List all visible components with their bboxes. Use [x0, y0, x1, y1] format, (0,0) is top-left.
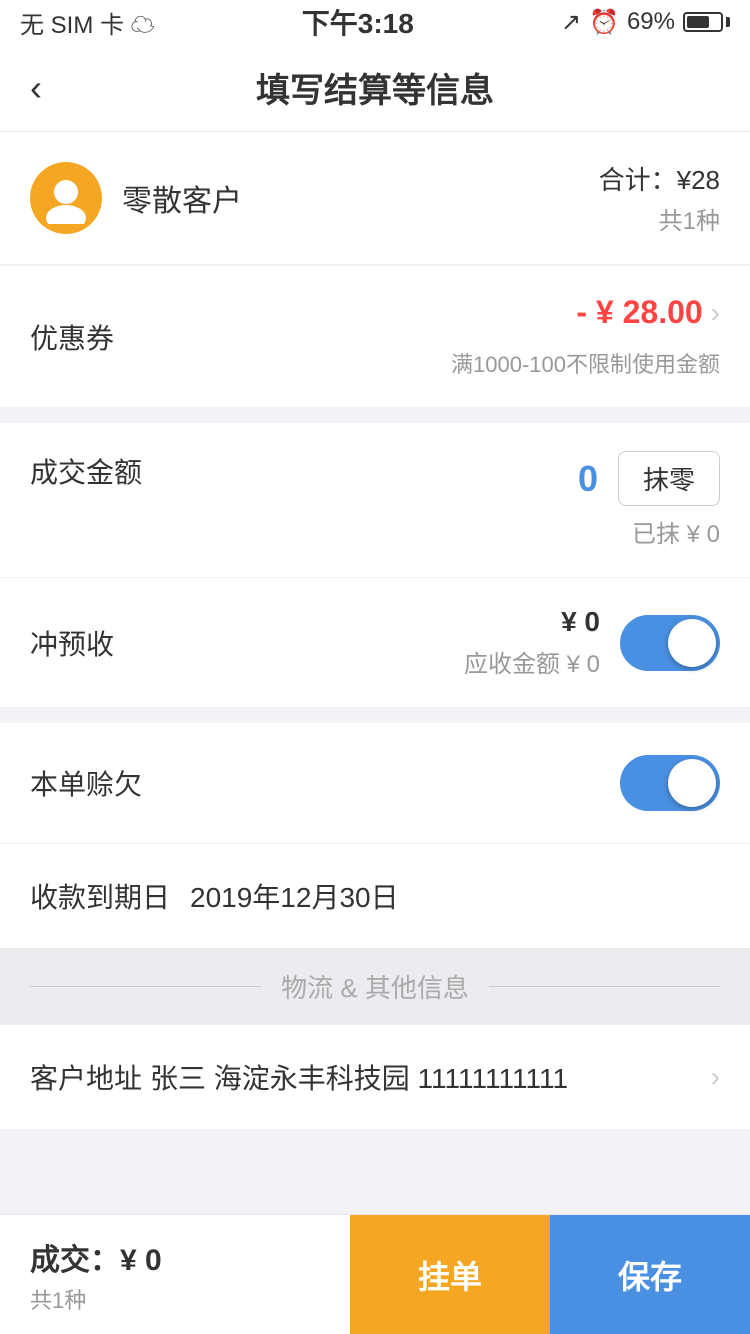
prepay-row: 冲预收 ¥ 0 应收金额 ¥ 0 — [0, 578, 750, 707]
round-zero-button[interactable]: 抹零 — [618, 451, 720, 506]
alarm-icon: ⏰ — [589, 8, 619, 37]
content-area: 零散客户 合计：¥28 共1种 优惠券 - ¥ 28.00 › 满1000-10… — [0, 132, 750, 1309]
prepay-right: ¥ 0 应收金额 ¥ 0 — [464, 606, 720, 679]
status-right: ↗ ⏰ 69% — [561, 8, 730, 37]
toggle-knob — [668, 619, 716, 667]
deal-subtotal: 已抹 ¥ 0 — [632, 514, 720, 549]
location-icon: ↗ — [561, 8, 581, 37]
status-left: 无 SIM 卡 ☁ — [20, 5, 155, 40]
status-bar: 无 SIM 卡 ☁ 下午3:18 ↗ ⏰ 69% — [0, 0, 750, 44]
customer-card: 零散客户 合计：¥28 共1种 — [0, 132, 750, 264]
divider-text: 物流 & 其他信息 — [261, 968, 489, 1005]
address-section: 客户地址 张三 海淀永丰科技园 11111111111 › — [0, 1025, 750, 1129]
bottom-deal-amount: ¥ 0 — [120, 1244, 162, 1277]
page-title: 填写结算等信息 — [256, 63, 494, 112]
pending-button[interactable]: 挂单 — [350, 1215, 550, 1334]
credit-toggle[interactable] — [620, 755, 720, 811]
address-row[interactable]: 客户地址 张三 海淀永丰科技园 11111111111 › — [0, 1025, 750, 1129]
coupon-section: 优惠券 - ¥ 28.00 › 满1000-100不限制使用金额 — [0, 266, 750, 407]
prepay-sub-amount: 应收金额 ¥ 0 — [464, 644, 600, 679]
total-amount-label: 合计：¥28 — [599, 160, 720, 197]
prepay-amounts: ¥ 0 应收金额 ¥ 0 — [464, 606, 600, 679]
customer-name: 零散客户 — [122, 176, 242, 220]
address-label: 客户地址 — [30, 1057, 150, 1097]
status-time: 下午3:18 — [302, 2, 414, 42]
prepay-label: 冲预收 — [30, 623, 114, 663]
coupon-row[interactable]: 优惠券 - ¥ 28.00 › 满1000-100不限制使用金额 — [0, 266, 750, 407]
bottom-deal-label: 成交： — [30, 1244, 120, 1277]
coupon-desc: 满1000-100不限制使用金额 — [451, 347, 720, 379]
prepay-main-amount: ¥ 0 — [561, 606, 600, 638]
deal-right: 0 抹零 已抹 ¥ 0 — [578, 451, 720, 549]
deal-amount-value[interactable]: 0 — [578, 458, 598, 500]
credit-toggle-knob — [668, 759, 716, 807]
bottom-info: 成交：¥ 0 共1种 — [0, 1235, 350, 1315]
save-button[interactable]: 保存 — [550, 1215, 750, 1334]
bottom-deal-row: 成交：¥ 0 — [30, 1235, 320, 1279]
nav-bar: ‹ 填写结算等信息 — [0, 44, 750, 132]
credit-section: 本单赊欠 收款到期日 2019年12月30日 — [0, 723, 750, 948]
coupon-right: - ¥ 28.00 › 满1000-100不限制使用金额 — [451, 294, 720, 379]
avatar — [30, 162, 102, 234]
back-button[interactable]: ‹ — [20, 57, 52, 119]
section-divider: 物流 & 其他信息 — [0, 948, 750, 1025]
sim-status: 无 SIM 卡 ☁ — [20, 5, 155, 40]
battery-icon — [683, 12, 730, 32]
coupon-label: 优惠券 — [30, 317, 114, 357]
address-chevron-icon: › — [711, 1061, 720, 1093]
coupon-amount: - ¥ 28.00 — [576, 294, 702, 331]
divider-line-left — [30, 986, 261, 987]
total-count-label: 共1种 — [599, 201, 720, 236]
credit-label: 本单赊欠 — [30, 763, 142, 803]
bottom-bar: 成交：¥ 0 共1种 挂单 保存 — [0, 1214, 750, 1334]
due-date-label: 收款到期日 — [30, 876, 170, 916]
deal-amount-row: 成交金额 0 抹零 已抹 ¥ 0 — [0, 423, 750, 578]
divider-line-right — [489, 986, 720, 987]
battery-percent: 69% — [627, 8, 675, 36]
bottom-count: 共1种 — [30, 1283, 320, 1315]
credit-row: 本单赊欠 — [0, 723, 750, 844]
deal-label: 成交金额 — [30, 451, 142, 491]
customer-total: 合计：¥28 共1种 — [599, 160, 720, 236]
deal-section: 成交金额 0 抹零 已抹 ¥ 0 冲预收 ¥ 0 应收金额 ¥ 0 — [0, 423, 750, 707]
due-date-row: 收款到期日 2019年12月30日 — [0, 844, 750, 948]
due-date-value: 2019年12月30日 — [190, 876, 399, 916]
coupon-chevron-icon: › — [711, 297, 720, 329]
prepay-toggle[interactable] — [620, 615, 720, 671]
customer-info: 零散客户 — [30, 162, 242, 234]
address-value: 张三 海淀永丰科技园 11111111111 — [150, 1057, 701, 1097]
